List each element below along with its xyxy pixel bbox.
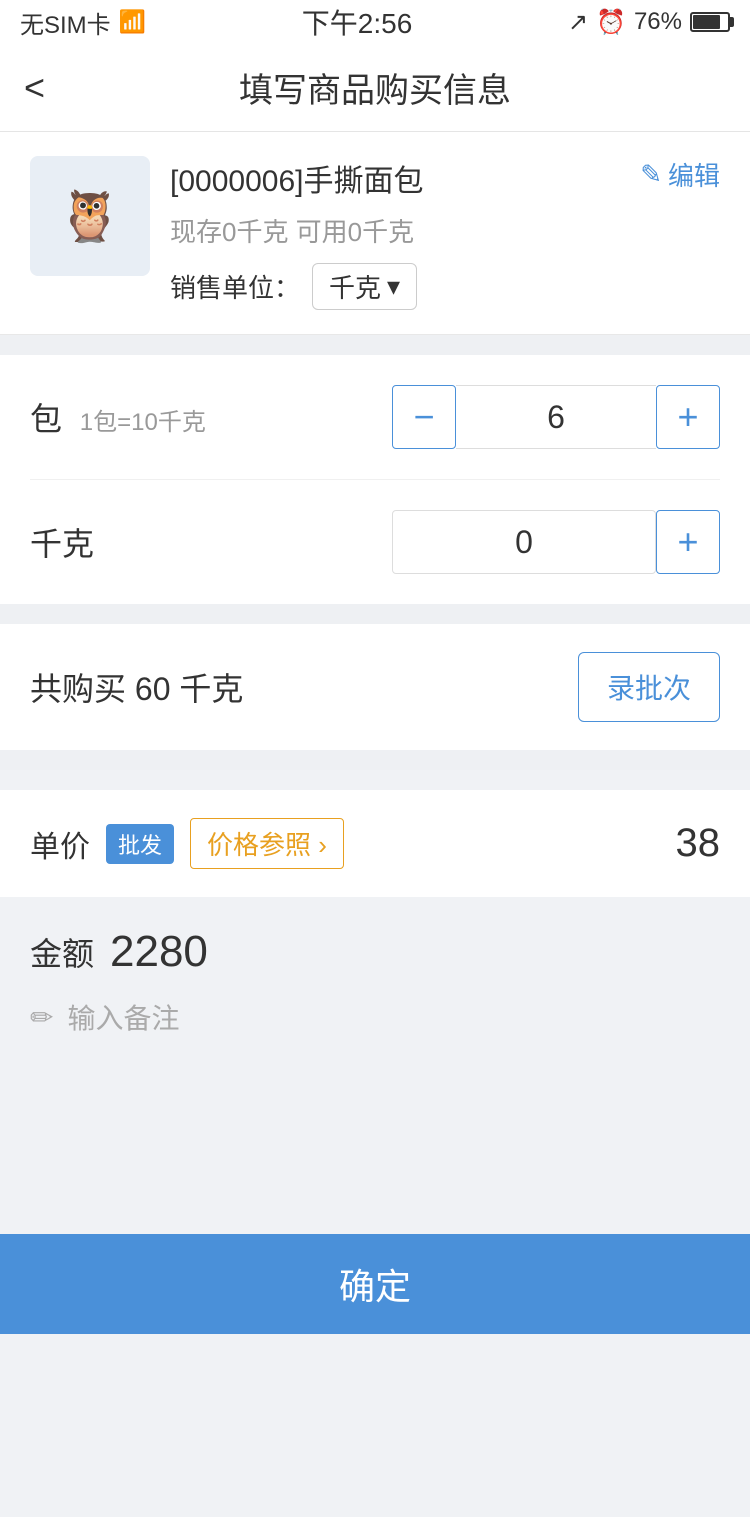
product-image: 🦉	[30, 156, 150, 276]
amount-value: 2280	[110, 927, 208, 977]
battery-label: 76%	[634, 8, 682, 36]
chevron-down-icon: ▾	[387, 271, 400, 302]
price-section: 单价 批发 价格参照 › 38	[0, 790, 750, 897]
price-value: 38	[676, 821, 721, 866]
carrier-label: 无SIM卡	[20, 5, 111, 40]
status-time: 下午2:56	[302, 2, 413, 42]
product-logo-icon: 🦉	[59, 187, 121, 246]
section-divider-2	[0, 604, 750, 624]
summary-total-text: 共购买 60 千克	[30, 664, 243, 710]
kg-quantity-row: 千克 +	[30, 480, 720, 604]
back-button[interactable]: <	[24, 67, 45, 109]
package-quantity-row: 包 1包=10千克 − +	[30, 355, 720, 480]
remark-pencil-icon: ✏	[30, 1001, 53, 1034]
package-plus-button[interactable]: +	[656, 385, 720, 449]
kg-label: 千克	[30, 519, 94, 565]
package-hint: 1包=10千克	[80, 409, 206, 436]
edit-button[interactable]: ✎ 编辑	[640, 156, 720, 193]
location-icon: ↗	[568, 8, 588, 37]
section-divider-1	[0, 335, 750, 355]
amount-label: 金额	[30, 929, 94, 975]
product-name: [0000006]手撕面包	[170, 156, 620, 200]
wifi-icon: 📶	[119, 9, 146, 35]
package-qty-controls: − +	[392, 385, 720, 449]
price-ref-label: 价格参照 ›	[207, 825, 327, 862]
section-divider-3	[0, 750, 750, 770]
alarm-icon: ⏰	[596, 8, 626, 37]
battery-icon	[690, 12, 730, 32]
price-left: 单价 批发 价格参照 ›	[30, 818, 344, 869]
summary-section: 共购买 60 千克 录批次	[0, 624, 750, 750]
edit-pencil-icon: ✎	[640, 159, 662, 190]
status-left: 无SIM卡 📶	[20, 5, 146, 40]
remark-placeholder: 输入备注	[67, 997, 179, 1037]
status-bar: 无SIM卡 📶 下午2:56 ↗ ⏰ 76%	[0, 0, 750, 44]
unit-label: 销售单位：	[170, 268, 300, 305]
product-stock: 现存0千克 可用0千克	[170, 212, 620, 249]
package-label: 包	[30, 401, 62, 437]
package-label-area: 包 1包=10千克	[30, 394, 206, 440]
price-label: 单价	[30, 822, 90, 866]
product-card: 🦉 [0000006]手撕面包 现存0千克 可用0千克 销售单位： 千克 ▾ ✎…	[0, 132, 750, 335]
amount-section: 金额 2280 ✏ 输入备注	[0, 897, 750, 1057]
price-type-badge: 批发	[106, 824, 174, 864]
unit-select[interactable]: 千克 ▾	[312, 263, 417, 310]
nav-bar: < 填写商品购买信息	[0, 44, 750, 132]
quantity-section: 包 1包=10千克 − + 千克 +	[0, 355, 750, 604]
amount-row: 金额 2280	[30, 927, 720, 977]
confirm-button[interactable]: 确定	[0, 1234, 750, 1334]
page-title: 填写商品购买信息	[239, 63, 511, 112]
product-info: [0000006]手撕面包 现存0千克 可用0千克 销售单位： 千克 ▾	[170, 156, 620, 310]
kg-qty-controls: +	[392, 510, 720, 574]
price-reference-button[interactable]: 价格参照 ›	[190, 818, 344, 869]
summary-row: 共购买 60 千克 录批次	[30, 624, 720, 750]
product-unit-row: 销售单位： 千克 ▾	[170, 263, 620, 310]
remark-row[interactable]: ✏ 输入备注	[30, 997, 720, 1037]
kg-plus-button[interactable]: +	[656, 510, 720, 574]
package-minus-button[interactable]: −	[392, 385, 456, 449]
kg-qty-input[interactable]	[392, 510, 656, 574]
status-right: ↗ ⏰ 76%	[568, 8, 730, 37]
batch-button[interactable]: 录批次	[578, 652, 720, 722]
package-qty-input[interactable]	[456, 385, 656, 449]
price-row: 单价 批发 价格参照 › 38	[30, 818, 720, 869]
